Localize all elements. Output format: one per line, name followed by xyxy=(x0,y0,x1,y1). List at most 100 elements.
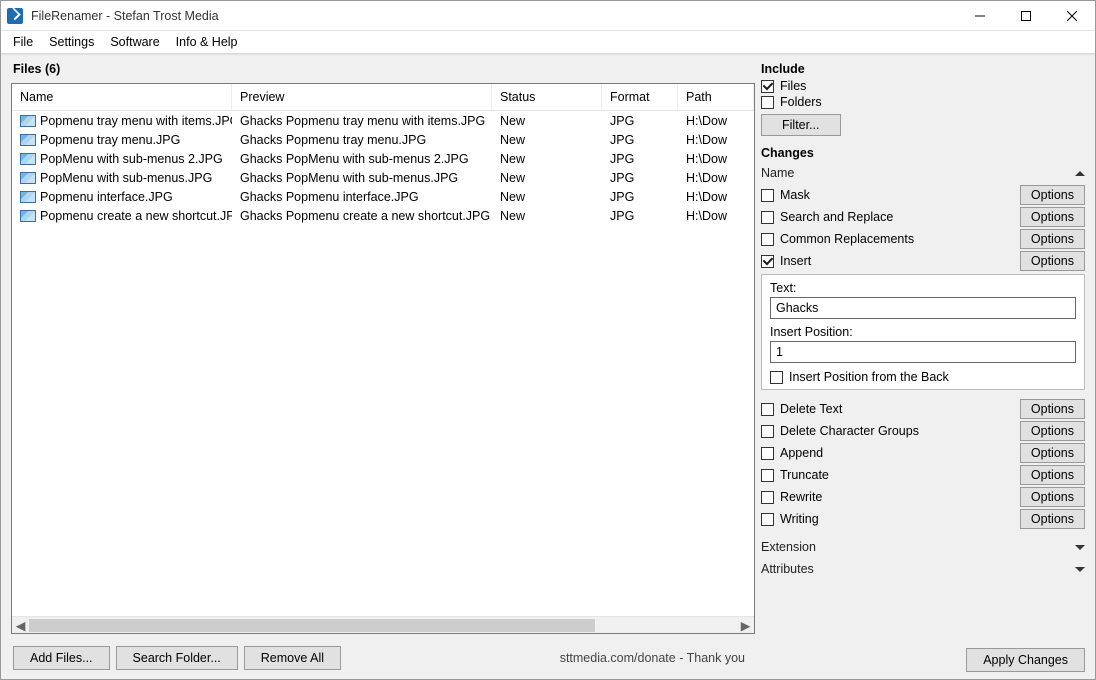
insert-from-back-row[interactable]: Insert Position from the Back xyxy=(770,369,1076,385)
col-header-preview[interactable]: Preview xyxy=(232,84,492,110)
files-count-label: Files (6) xyxy=(11,62,755,78)
horizontal-scrollbar[interactable]: ◀ ▶ xyxy=(12,616,754,633)
cell-preview: Ghacks Popmenu create a new shortcut.JPG xyxy=(232,209,492,223)
insert-text-label: Text: xyxy=(770,281,1076,297)
include-files-row[interactable]: Files xyxy=(761,78,1085,94)
search-replace-checkbox[interactable] xyxy=(761,211,774,224)
close-icon xyxy=(1067,11,1077,21)
append-checkbox[interactable] xyxy=(761,447,774,460)
cell-format: JPG xyxy=(602,190,678,204)
col-header-status[interactable]: Status xyxy=(492,84,602,110)
cell-name: Popmenu interface.JPG xyxy=(12,190,232,204)
scroll-thumb[interactable] xyxy=(29,619,595,632)
include-files-checkbox[interactable] xyxy=(761,80,774,93)
insert-label: Insert xyxy=(780,254,811,268)
cell-path: H:\Dow xyxy=(678,114,754,128)
insert-text-input[interactable] xyxy=(770,297,1076,319)
table-row[interactable]: Popmenu tray menu.JPGGhacks Popmenu tray… xyxy=(12,130,754,149)
writing-label: Writing xyxy=(780,512,819,526)
rewrite-checkbox[interactable] xyxy=(761,491,774,504)
writing-row: Writing Options xyxy=(761,508,1085,530)
truncate-checkbox[interactable] xyxy=(761,469,774,482)
search-replace-row: Search and Replace Options xyxy=(761,206,1085,228)
cell-path: H:\Dow xyxy=(678,133,754,147)
insert-position-input[interactable] xyxy=(770,341,1076,363)
changes-title: Changes xyxy=(761,146,1085,162)
writing-options-button[interactable]: Options xyxy=(1020,509,1085,529)
table-row[interactable]: Popmenu interface.JPGGhacks Popmenu inte… xyxy=(12,187,754,206)
table-row[interactable]: PopMenu with sub-menus 2.JPGGhacks PopMe… xyxy=(12,149,754,168)
add-files-button[interactable]: Add Files... xyxy=(13,646,110,670)
writing-checkbox[interactable] xyxy=(761,513,774,526)
table-row[interactable]: PopMenu with sub-menus.JPGGhacks PopMenu… xyxy=(12,168,754,187)
remove-all-button[interactable]: Remove All xyxy=(244,646,341,670)
mask-label: Mask xyxy=(780,188,810,202)
truncate-options-button[interactable]: Options xyxy=(1020,465,1085,485)
insert-options-button[interactable]: Options xyxy=(1020,251,1085,271)
cell-preview: Ghacks PopMenu with sub-menus.JPG xyxy=(232,171,492,185)
delete-groups-checkbox[interactable] xyxy=(761,425,774,438)
app-icon xyxy=(7,8,23,24)
col-header-path[interactable]: Path xyxy=(678,84,754,110)
filter-button[interactable]: Filter... xyxy=(761,114,841,136)
list-body-wrap: Popmenu tray menu with items.JPGGhacks P… xyxy=(12,111,754,633)
col-header-name[interactable]: Name xyxy=(12,84,232,110)
cell-path: H:\Dow xyxy=(678,171,754,185)
right-pane: Include Files Folders Filter... Changes … xyxy=(755,55,1095,679)
table-row[interactable]: Popmenu create a new shortcut.JPGGhacks … xyxy=(12,206,754,225)
menu-settings[interactable]: Settings xyxy=(41,33,102,51)
append-label: Append xyxy=(780,446,823,460)
cell-path: H:\Dow xyxy=(678,152,754,166)
search-folder-button[interactable]: Search Folder... xyxy=(116,646,238,670)
delete-text-checkbox[interactable] xyxy=(761,403,774,416)
menu-software[interactable]: Software xyxy=(102,33,167,51)
table-row[interactable]: Popmenu tray menu with items.JPGGhacks P… xyxy=(12,111,754,130)
application-window: FileRenamer - Stefan Trost Media File Se… xyxy=(0,0,1096,680)
rewrite-options-button[interactable]: Options xyxy=(1020,487,1085,507)
delete-groups-options-button[interactable]: Options xyxy=(1020,421,1085,441)
insert-from-back-checkbox[interactable] xyxy=(770,371,783,384)
cell-format: JPG xyxy=(602,152,678,166)
insert-position-label: Insert Position: xyxy=(770,325,1076,341)
extension-section-header[interactable]: Extension xyxy=(761,536,1085,558)
include-folders-row[interactable]: Folders xyxy=(761,94,1085,110)
cell-format: JPG xyxy=(602,133,678,147)
cell-preview: Ghacks Popmenu tray menu with items.JPG xyxy=(232,114,492,128)
cell-format: JPG xyxy=(602,209,678,223)
name-section-label: Name xyxy=(761,166,1075,180)
append-options-button[interactable]: Options xyxy=(1020,443,1085,463)
menu-info-help[interactable]: Info & Help xyxy=(168,33,246,51)
minimize-button[interactable] xyxy=(957,1,1003,30)
cell-preview: Ghacks Popmenu interface.JPG xyxy=(232,190,492,204)
search-replace-options-button[interactable]: Options xyxy=(1020,207,1085,227)
apply-changes-button[interactable]: Apply Changes xyxy=(966,648,1085,672)
insert-checkbox[interactable] xyxy=(761,255,774,268)
menu-file[interactable]: File xyxy=(5,33,41,51)
common-replacements-row: Common Replacements Options xyxy=(761,228,1085,250)
delete-text-options-button[interactable]: Options xyxy=(1020,399,1085,419)
files-listview[interactable]: Name Preview Status Format Path Popmenu … xyxy=(11,83,755,634)
scroll-track[interactable] xyxy=(29,617,737,634)
bottom-toolbar: Add Files... Search Folder... Remove All… xyxy=(11,639,755,672)
maximize-button[interactable] xyxy=(1003,1,1049,30)
include-folders-checkbox[interactable] xyxy=(761,96,774,109)
common-replacements-options-button[interactable]: Options xyxy=(1020,229,1085,249)
extension-section-label: Extension xyxy=(761,540,1075,554)
scroll-left-icon[interactable]: ◀ xyxy=(12,617,29,634)
mask-checkbox[interactable] xyxy=(761,189,774,202)
name-section-header[interactable]: Name xyxy=(761,162,1085,184)
window-controls xyxy=(957,1,1095,30)
close-button[interactable] xyxy=(1049,1,1095,30)
mask-options-button[interactable]: Options xyxy=(1020,185,1085,205)
cell-status: New xyxy=(492,114,602,128)
attributes-section-header[interactable]: Attributes xyxy=(761,558,1085,580)
scroll-right-icon[interactable]: ▶ xyxy=(737,617,754,634)
chevron-down-icon xyxy=(1075,545,1085,550)
mask-row: Mask Options xyxy=(761,184,1085,206)
common-replacements-checkbox[interactable] xyxy=(761,233,774,246)
chevron-up-icon xyxy=(1075,171,1085,176)
cell-status: New xyxy=(492,133,602,147)
col-header-format[interactable]: Format xyxy=(602,84,678,110)
image-file-icon xyxy=(20,153,36,165)
include-files-label: Files xyxy=(780,79,806,93)
